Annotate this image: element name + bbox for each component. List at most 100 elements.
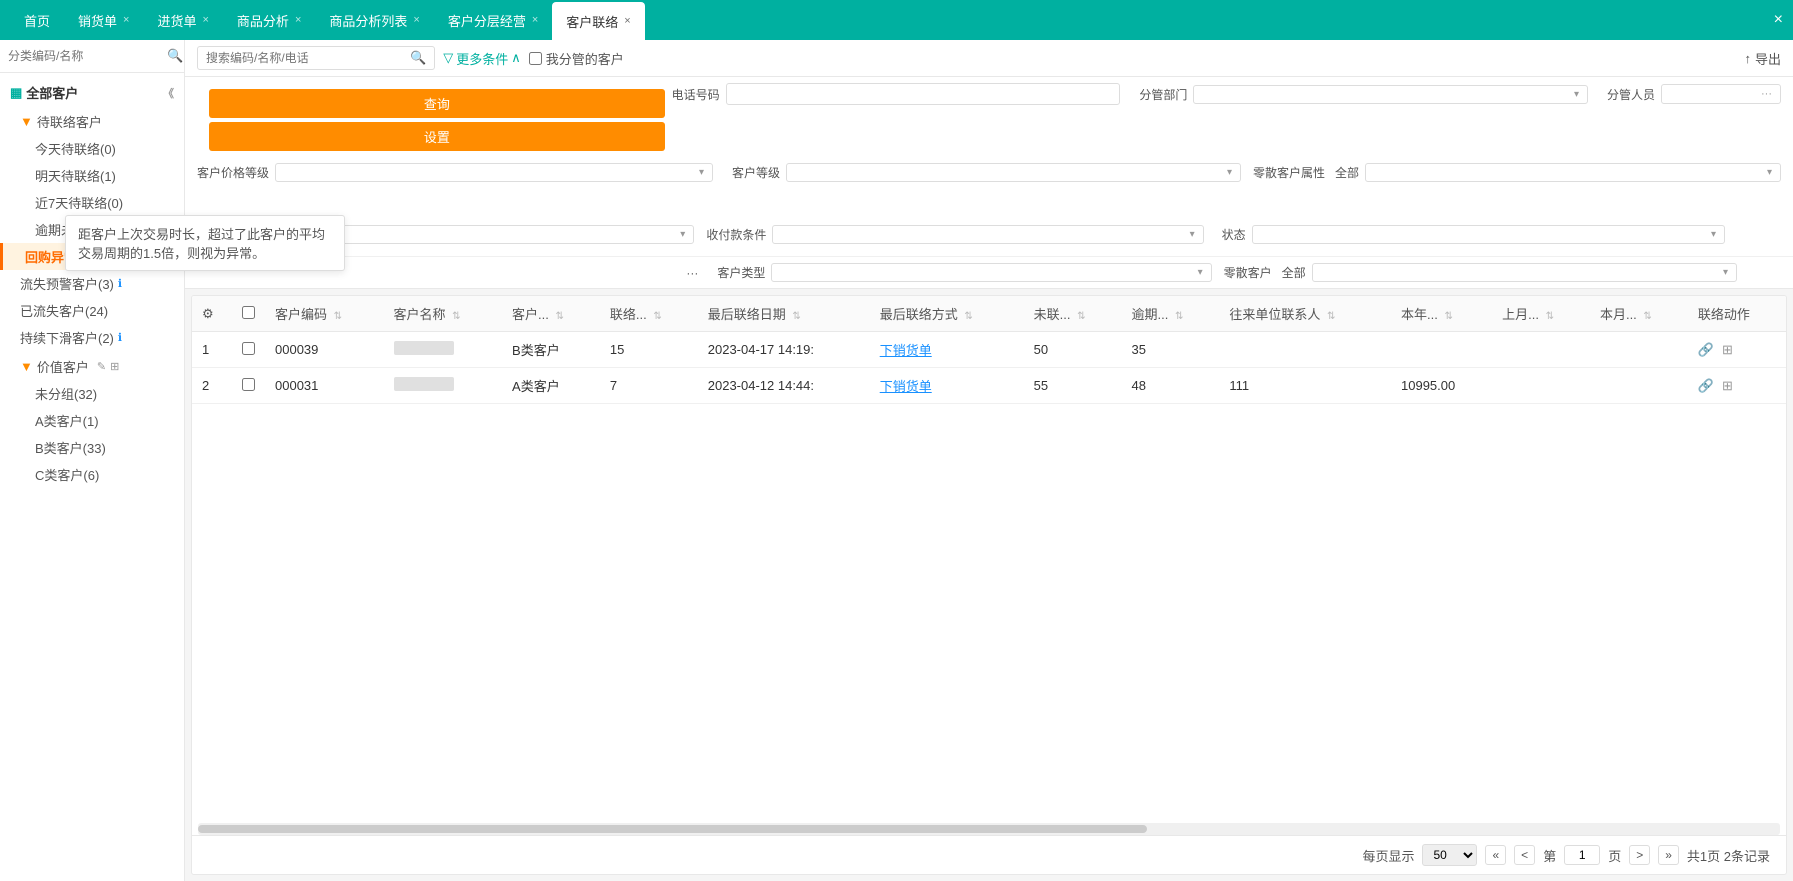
row1-grid-icon[interactable]: ⊞ xyxy=(1722,342,1733,358)
row1-link-icon[interactable]: 🔗 xyxy=(1698,342,1714,358)
more-conditions-button[interactable]: ▽ 更多条件 ∧ xyxy=(443,49,521,68)
close-all-button[interactable]: × xyxy=(1774,11,1783,29)
sidebar-section-value-customers[interactable]: 价值客户 xyxy=(37,357,89,376)
col-last-contact-date-header[interactable]: 最后联络日期 ⇅ xyxy=(698,296,870,332)
main-search-input[interactable] xyxy=(206,51,406,65)
col-overdue-header[interactable]: 逾期... ⇅ xyxy=(1122,296,1220,332)
row1-last-contact-date: 2023-04-17 14:19: xyxy=(698,332,870,368)
sidebar: 🔍 ▦ 全部客户 《 ▼ 待联络客户 今天待联络(0) 明天待联络(1) xyxy=(0,40,185,881)
col-last-month-sort-icon: ⇅ xyxy=(1546,311,1554,322)
col-uncontacted-header[interactable]: 未联... ⇅ xyxy=(1024,296,1122,332)
row2-link-icon[interactable]: 🔗 xyxy=(1698,378,1714,394)
sidebar-section-pending-contact[interactable]: ▼ 待联络客户 xyxy=(0,108,184,135)
col-code-sort-icon: ⇅ xyxy=(334,311,342,322)
filter-payment: 收付款条件 ▾ xyxy=(706,225,1215,244)
main-search-icon[interactable]: 🔍 xyxy=(410,50,426,66)
sidebar-leaf-7days[interactable]: 近7天待联络(0) xyxy=(0,189,184,216)
row2-overdue: 48 xyxy=(1122,368,1220,404)
nav-product-analysis-list-close[interactable]: × xyxy=(413,14,419,26)
sidebar-all-customers[interactable]: ▦ 全部客户 《 xyxy=(0,77,184,108)
sidebar-declining-info-icon[interactable]: ℹ xyxy=(118,331,122,344)
col-name-header[interactable]: 客户名称 ⇅ xyxy=(384,296,503,332)
query-button[interactable]: 查询 xyxy=(209,89,665,118)
nav-customer-contact-close[interactable]: × xyxy=(624,15,630,27)
sidebar-value-edit-icon[interactable]: ✎ xyxy=(97,360,106,373)
filter-customer-level: 客户等级 ▾ xyxy=(725,163,1253,182)
col-current-month-sort-icon: ⇅ xyxy=(1643,311,1651,322)
col-level-sort-icon: ⇅ xyxy=(556,311,564,322)
nav-customer-contact[interactable]: 客户联络 × xyxy=(552,2,644,40)
row1-last-month xyxy=(1492,332,1590,368)
nav-product-analysis[interactable]: 商品分析 × xyxy=(223,0,315,40)
row1-select-checkbox[interactable] xyxy=(242,342,255,355)
table-scroll[interactable]: ⚙ 客户编码 ⇅ 客户名称 xyxy=(192,296,1786,823)
row2-current-year: 10995.00 xyxy=(1391,368,1492,404)
col-level-header[interactable]: 客户... ⇅ xyxy=(502,296,600,332)
sidebar-section-churned[interactable]: 已流失客户(24) xyxy=(0,297,184,324)
data-table: ⚙ 客户编码 ⇅ 客户名称 xyxy=(192,296,1786,404)
sidebar-collapse-icon[interactable]: 《 xyxy=(163,85,174,101)
my-customer-checkbox[interactable] xyxy=(529,52,542,65)
col-last-month-header[interactable]: 上月... ⇅ xyxy=(1492,296,1590,332)
last-page-button[interactable]: » xyxy=(1658,845,1679,865)
sidebar-search-icon[interactable]: 🔍 xyxy=(167,48,183,64)
col-current-year-header[interactable]: 本年... ⇅ xyxy=(1391,296,1492,332)
table-area: ⚙ 客户编码 ⇅ 客户名称 xyxy=(191,295,1787,875)
filter-phone-input[interactable] xyxy=(726,83,1121,105)
sidebar-section-declining[interactable]: 持续下滑客户(2) ℹ xyxy=(0,324,184,351)
sidebar-leaf-a-class[interactable]: A类客户(1) xyxy=(0,407,184,434)
filter-status-select[interactable]: ▾ xyxy=(1252,225,1725,244)
filter-customer-level-select[interactable]: ▾ xyxy=(786,163,1241,182)
row2-grid-icon[interactable]: ⊞ xyxy=(1722,378,1733,394)
nav-home[interactable]: 首页 xyxy=(10,0,64,40)
nav-customer-segmentation-close[interactable]: × xyxy=(532,14,538,26)
filter-person-select[interactable]: ··· xyxy=(1661,84,1781,104)
col-last-contact-method-header[interactable]: 最后联络方式 ⇅ xyxy=(870,296,1024,332)
row2-select-checkbox[interactable] xyxy=(242,378,255,391)
first-page-button[interactable]: « xyxy=(1485,845,1506,865)
nav-sales-order-close[interactable]: × xyxy=(123,14,129,26)
col-contact-person-header[interactable]: 往来单位联系人 ⇅ xyxy=(1219,296,1391,332)
row2-uncontacted: 55 xyxy=(1024,368,1122,404)
search-input-wrap: 🔍 xyxy=(197,46,435,70)
row1-last-contact-method[interactable]: 下销货单 xyxy=(870,332,1024,368)
col-code-header[interactable]: 客户编码 ⇅ xyxy=(265,296,384,332)
col-current-month-header[interactable]: 本月... ⇅ xyxy=(1590,296,1688,332)
page-size-select[interactable]: 50 10 20 100 xyxy=(1422,844,1477,866)
sidebar-search-input[interactable] xyxy=(8,49,163,63)
prev-page-button[interactable]: < xyxy=(1514,845,1535,865)
nav-purchase-order[interactable]: 进货单 × xyxy=(143,0,222,40)
filter-retail-attr-select[interactable]: ▾ xyxy=(1365,163,1781,182)
export-button[interactable]: ↑ 导出 xyxy=(1744,49,1781,68)
filter-dept-select[interactable]: ▾ xyxy=(1193,85,1588,104)
nav-product-analysis-close[interactable]: × xyxy=(295,14,301,26)
next-page-button[interactable]: > xyxy=(1629,845,1650,865)
settings-button[interactable]: 设置 xyxy=(209,122,665,151)
sidebar-leaf-b-class[interactable]: B类客户(33) xyxy=(0,434,184,461)
horizontal-scrollbar[interactable] xyxy=(198,823,1780,835)
row1-current-month xyxy=(1590,332,1688,368)
filter-person: 分管人员 ··· xyxy=(1600,84,1781,104)
sidebar-value-settings-icon[interactable]: ⊞ xyxy=(110,360,119,373)
sidebar-leaf-tomorrow[interactable]: 明天待联络(1) xyxy=(0,162,184,189)
nav-purchase-order-close[interactable]: × xyxy=(202,14,208,26)
filter-price-level-select[interactable]: ▾ xyxy=(275,163,713,182)
settings-gear-icon[interactable]: ⚙ xyxy=(202,306,214,321)
page-number-input[interactable] xyxy=(1564,845,1600,865)
sidebar-leaf-today[interactable]: 今天待联络(0) xyxy=(0,135,184,162)
sidebar-section-churn-warning[interactable]: 流失预警客户(3) ℹ xyxy=(0,270,184,297)
select-all-checkbox[interactable] xyxy=(242,306,255,319)
col-contact-header[interactable]: 联络... ⇅ xyxy=(600,296,698,332)
nav-sales-order[interactable]: 销货单 × xyxy=(64,0,143,40)
nav-product-analysis-list[interactable]: 商品分析列表 × xyxy=(315,0,433,40)
nav-customer-segmentation[interactable]: 客户分层经营 × xyxy=(434,0,552,40)
filter-customer-type-select[interactable]: ▾ xyxy=(771,263,1211,282)
filter-retail-customer-select[interactable]: ▾ xyxy=(1312,263,1737,282)
row2-last-contact-method[interactable]: 下销货单 xyxy=(870,368,1024,404)
sidebar-leaf-ungroup[interactable]: 未分组(32) xyxy=(0,380,184,407)
sidebar-churn-warning-info-icon[interactable]: ℹ xyxy=(118,277,122,290)
filter-payment-select[interactable]: ▾ xyxy=(772,225,1203,244)
scrollbar-thumb[interactable] xyxy=(198,825,1147,833)
col-contact-person-sort-icon: ⇅ xyxy=(1327,311,1335,322)
sidebar-leaf-c-class[interactable]: C类客户(6) xyxy=(0,461,184,488)
